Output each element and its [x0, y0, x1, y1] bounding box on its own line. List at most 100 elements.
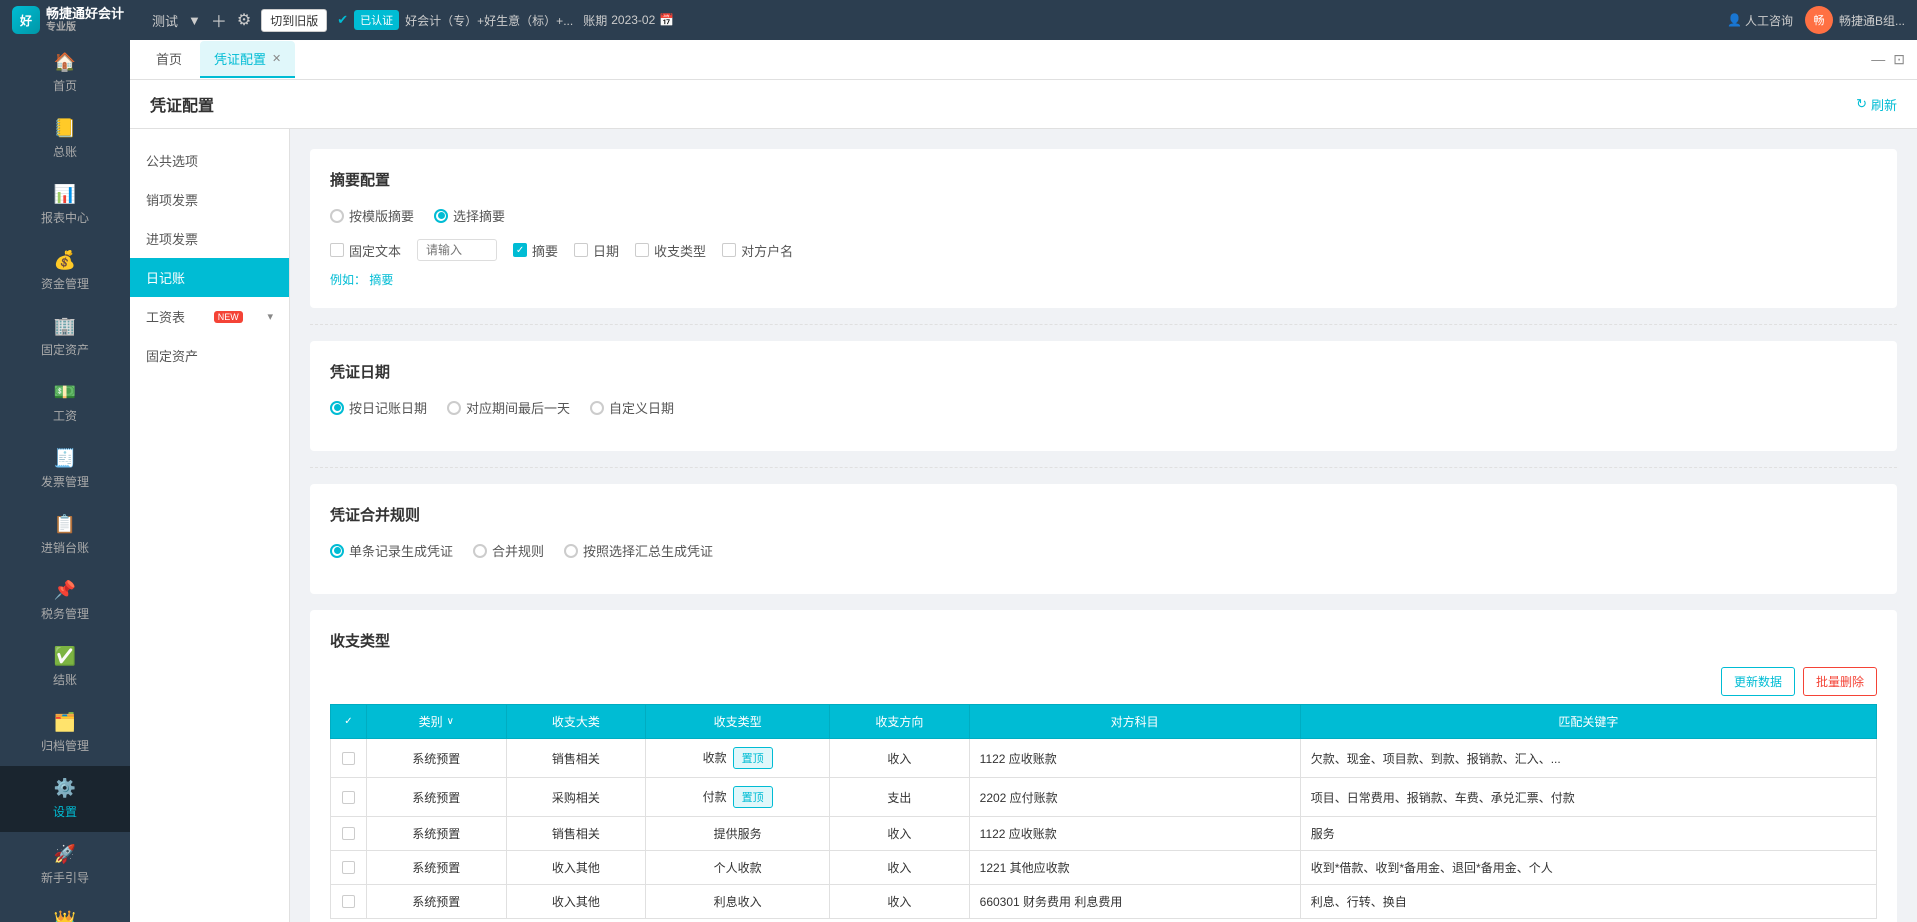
radio-period-last[interactable]: 对应期间最后一天 [447, 398, 570, 417]
user-name: 畅捷通B组... [1839, 12, 1905, 29]
left-menu-item-public[interactable]: 公共选项 [130, 141, 289, 180]
checkbox-income-type[interactable]: 收支类型 [635, 241, 706, 260]
sidebar-item-settings[interactable]: ⚙️ 设置 [0, 766, 130, 832]
radio-merge[interactable]: 合并规则 [473, 541, 544, 560]
select-all-checkbox[interactable]: ✓ [342, 715, 355, 728]
radio-period-last-label: 对应期间最后一天 [466, 398, 570, 417]
sidebar-item-reports[interactable]: 📊 报表中心 [0, 172, 130, 238]
update-btn[interactable]: 更新数据 [1721, 667, 1795, 696]
calendar-icon[interactable]: 📅 [659, 13, 674, 27]
radio-daily[interactable]: 按日记账日期 [330, 398, 427, 417]
sidebar-item-guide[interactable]: 🚀 新手引导 [0, 832, 130, 898]
cell-checkbox-1[interactable] [331, 778, 367, 817]
radio-template-circle [330, 209, 344, 223]
delete-btn[interactable]: 批量删除 [1803, 667, 1877, 696]
period: 账期 2023-02 📅 [583, 12, 674, 29]
sidebar-item-archive[interactable]: 🗂️ 归档管理 [0, 700, 130, 766]
type-tag-0[interactable]: 置顶 [733, 747, 773, 769]
checkbox-date[interactable]: 日期 [574, 241, 619, 260]
sidebar-item-ledger[interactable]: 📒 总账 [0, 106, 130, 172]
type-tag-1[interactable]: 置顶 [733, 786, 773, 808]
switch-old-btn[interactable]: 切到旧版 [261, 9, 327, 32]
radio-template[interactable]: 按模版摘要 [330, 206, 414, 225]
income-type-section: 收支类型 更新数据 批量删除 ✓ [310, 610, 1897, 922]
cell-income-big-2: 销售相关 [506, 817, 646, 851]
topbar-add-icon[interactable]: ＋ [211, 8, 227, 32]
cell-checkbox-0[interactable] [331, 739, 367, 778]
cell-income-type-1: 付款置顶 [646, 778, 830, 817]
row-checkbox-4[interactable] [342, 895, 355, 908]
sidebar-item-purchase-sales[interactable]: 📋 进销台账 [0, 502, 130, 568]
cell-checkbox-2[interactable] [331, 817, 367, 851]
cell-counterpart-4: 660301 财务费用 利息费用 [969, 885, 1300, 919]
left-menu-label-fixed-assets: 固定资产 [146, 346, 198, 365]
sidebar-item-fixed-assets[interactable]: 🏢 固定资产 [0, 304, 130, 370]
cell-category-4: 系统预置 [367, 885, 507, 919]
left-menu-item-payroll[interactable]: 工资表 NEW ▾ [130, 297, 289, 336]
left-menu-item-purchase-invoice[interactable]: 进项发票 [130, 219, 289, 258]
cell-keywords-2: 服务 [1300, 817, 1876, 851]
tab-home[interactable]: 首页 [142, 41, 196, 78]
cell-category-3: 系统预置 [367, 851, 507, 885]
sidebar-item-member[interactable]: 👑 畅会员 [0, 898, 130, 922]
th-keywords: 匹配关键字 [1300, 705, 1876, 739]
topbar-status: ✔ 已认证 好会计（专）+好生意（标）+... [337, 10, 573, 30]
help-link[interactable]: 👤 人工咨询 [1727, 12, 1793, 29]
checkbox-counterparty-box [722, 243, 736, 257]
sidebar-label-fixed-assets: 固定资产 [41, 341, 89, 358]
row-checkbox-0[interactable] [342, 752, 355, 765]
sidebar-item-invoice-mgmt[interactable]: 🧾 发票管理 [0, 436, 130, 502]
sidebar-item-funds[interactable]: 💰 资金管理 [0, 238, 130, 304]
checkbox-fixed-text[interactable]: 固定文本 [330, 241, 401, 260]
sidebar-item-settlement[interactable]: ✅ 结账 [0, 634, 130, 700]
home-icon: 🏠 [54, 52, 76, 73]
period-value: 2023-02 [611, 13, 655, 27]
cell-counterpart-0: 1122 应收账款 [969, 739, 1300, 778]
fixed-text-input[interactable] [417, 239, 497, 261]
checkbox-counterparty[interactable]: 对方户名 [722, 241, 793, 260]
left-menu-item-fixed-assets[interactable]: 固定资产 [130, 336, 289, 375]
sidebar-item-payroll[interactable]: 💵 工资 [0, 370, 130, 436]
nav-dropdown-icon[interactable]: ▼ [188, 13, 201, 28]
radio-template-label: 按模版摘要 [349, 206, 414, 225]
sidebar-label-home: 首页 [53, 77, 77, 94]
checkbox-abstract[interactable]: ✓ 摘要 [513, 241, 558, 260]
radio-custom[interactable]: 自定义日期 [590, 398, 674, 417]
topbar-right: 👤 人工咨询 畅 畅捷通B组... [1727, 6, 1905, 34]
sort-icon[interactable]: ∨ [447, 716, 454, 727]
row-checkbox-2[interactable] [342, 827, 355, 840]
cell-checkbox-4[interactable] [331, 885, 367, 919]
user-info[interactable]: 畅 畅捷通B组... [1805, 6, 1905, 34]
topbar-settings-icon[interactable]: ⚙ [237, 10, 251, 30]
payroll-icon: 💵 [54, 382, 76, 403]
sidebar-label-payroll: 工资 [53, 407, 77, 424]
tab-voucher-config[interactable]: 凭证配置 ✕ [200, 41, 295, 78]
row-checkbox-1[interactable] [342, 791, 355, 804]
sidebar-item-home[interactable]: 🏠 首页 [0, 40, 130, 106]
th-checkbox[interactable]: ✓ [331, 705, 367, 739]
radio-single[interactable]: 单条记录生成凭证 [330, 541, 453, 560]
refresh-icon: ↻ [1856, 96, 1867, 112]
tab-close-icon[interactable]: ✕ [272, 52, 281, 65]
cell-income-type-2: 提供服务 [646, 817, 830, 851]
radio-total[interactable]: 按照选择汇总生成凭证 [564, 541, 713, 560]
cell-counterpart-1: 2202 应付账款 [969, 778, 1300, 817]
radio-select[interactable]: 选择摘要 [434, 206, 505, 225]
cell-checkbox-3[interactable] [331, 851, 367, 885]
summary-checkbox-row: 固定文本 ✓ 摘要 日期 收支类型 [330, 239, 1877, 261]
tab-action-maximize[interactable]: ⊡ [1893, 51, 1905, 68]
tab-action-minimize[interactable]: — [1871, 51, 1885, 68]
left-menu-item-daily-ledger[interactable]: 日记账 [130, 258, 289, 297]
sidebar-item-tax[interactable]: 📌 税务管理 [0, 568, 130, 634]
cell-income-big-0: 销售相关 [506, 739, 646, 778]
page-title: 凭证配置 [150, 92, 214, 116]
payroll-chevron-icon: ▾ [267, 310, 273, 323]
checkbox-income-type-box [635, 243, 649, 257]
new-badge: NEW [214, 311, 243, 323]
refresh-btn[interactable]: ↻ 刷新 [1856, 95, 1897, 114]
row-checkbox-3[interactable] [342, 861, 355, 874]
radio-total-label: 按照选择汇总生成凭证 [583, 541, 713, 560]
left-menu-item-sales-invoice[interactable]: 销项发票 [130, 180, 289, 219]
table-row: 系统预置 销售相关 提供服务 收入 1122 应收账款 服务 [331, 817, 1877, 851]
divider-1 [310, 324, 1897, 325]
